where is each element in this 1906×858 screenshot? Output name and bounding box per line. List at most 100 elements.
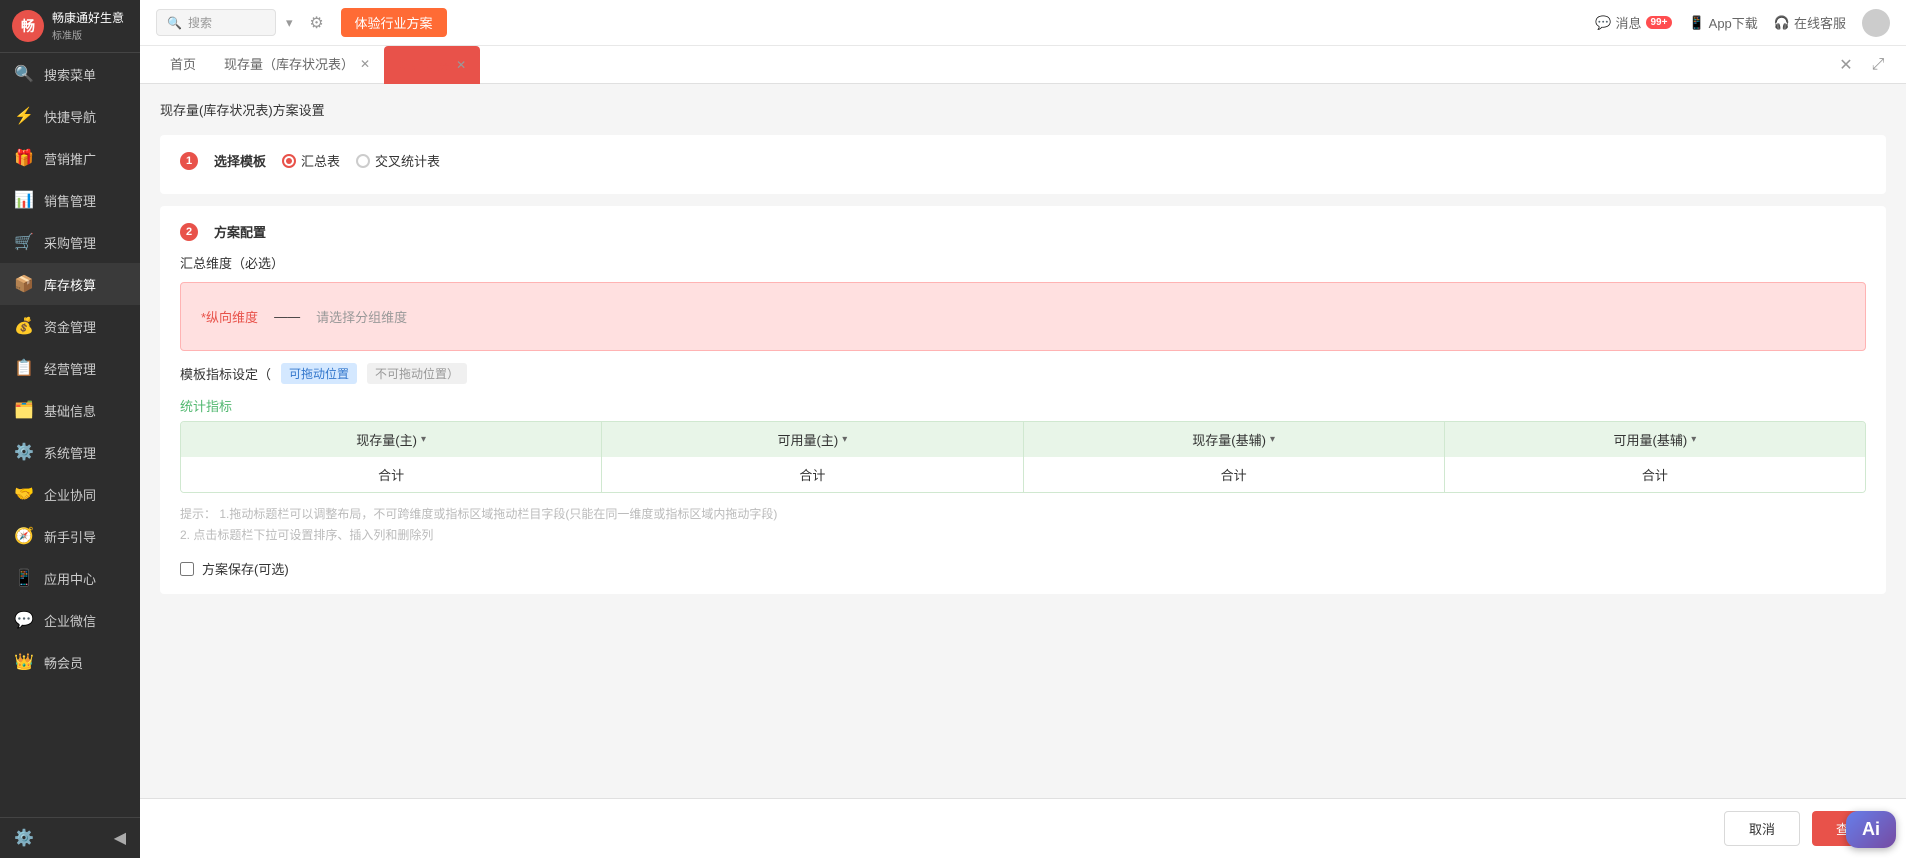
sidebar-item-label: 经营管理 (44, 359, 96, 378)
sidebar-item-label: 营销推广 (44, 149, 96, 168)
sidebar-item-marketing[interactable]: 🎁 营销推广 (0, 137, 140, 179)
dropdown-arrow[interactable]: ▾ (286, 15, 293, 31)
chevron-icon-3[interactable]: ▾ (1691, 434, 1696, 445)
radio-cross-label: 交叉统计表 (375, 151, 440, 170)
app-download-item[interactable]: 📱 App下载 (1688, 13, 1757, 32)
cancel-button[interactable]: 取消 (1724, 811, 1800, 846)
sidebar-item-member[interactable]: 👑 畅会员 (0, 641, 140, 683)
online-service-item[interactable]: 🎧 在线客服 (1774, 13, 1846, 32)
save-checkbox[interactable] (180, 562, 194, 576)
sidebar-item-sales[interactable]: 📊 销售管理 (0, 179, 140, 221)
sidebar-item-label: 畅会员 (44, 653, 83, 672)
app-logo: 畅 畅康通好生意 标准版 (0, 0, 140, 53)
radio-summary[interactable]: 汇总表 (282, 151, 340, 170)
inventory-icon: 📦 (14, 274, 34, 294)
sidebar-item-label: 企业微信 (44, 611, 96, 630)
tab-home[interactable]: 首页 (156, 46, 210, 84)
ai-bubble[interactable]: Ai (1846, 811, 1896, 848)
movable-tag: 可拖动位置 (281, 363, 357, 384)
headset-icon: 🎧 (1774, 15, 1790, 31)
sidebar-item-wechat[interactable]: 💬 企业微信 (0, 599, 140, 641)
fixed-tag: 不可拖动位置） (367, 363, 467, 384)
sales-icon: 📊 (14, 190, 34, 210)
chevron-icon-0[interactable]: ▾ (421, 434, 426, 445)
col-body-label-2: 合计 (1221, 465, 1247, 484)
col-header-2[interactable]: 现存量(基辅) ▾ (1024, 422, 1445, 457)
cooperation-icon: 🤝 (14, 484, 34, 504)
sidebar-item-label: 新手引导 (44, 527, 96, 546)
col-header-1[interactable]: 可用量(主) ▾ (602, 422, 1023, 457)
col-body-2: 合计 (1024, 457, 1445, 492)
sidebar-item-purchase[interactable]: 🛒 采购管理 (0, 221, 140, 263)
close-panel-icon[interactable]: ✕ (1834, 53, 1858, 77)
tabbar-actions: ✕ ⤢ (1834, 53, 1890, 77)
sidebar-footer: ⚙️ ◀ (0, 817, 140, 858)
col-body-label-0: 合计 (378, 465, 404, 484)
bottombar: 取消 查询 (140, 798, 1906, 858)
col-header-0[interactable]: 现存量(主) ▾ (181, 422, 602, 457)
topbar-left: 🔍 搜索 ▾ ⚙ 体验行业方案 (156, 8, 1595, 37)
sidebar-item-operation[interactable]: 📋 经营管理 (0, 347, 140, 389)
tab-inventory-status[interactable]: 现存量（库存状况表） ✕ (210, 46, 384, 84)
app-download-label: App下载 (1709, 13, 1758, 32)
message-item[interactable]: 💬 消息 99+ (1595, 13, 1672, 32)
chevron-icon-2[interactable]: ▾ (1270, 434, 1275, 445)
member-icon: 👑 (14, 652, 34, 672)
message-label: 消息 (1615, 13, 1641, 32)
save-row: 方案保存(可选) (180, 559, 1866, 578)
trial-button[interactable]: 体验行业方案 (341, 8, 447, 37)
sidebar-item-guide[interactable]: 🧭 新手引导 (0, 515, 140, 557)
sidebar-item-app-center[interactable]: 📱 应用中心 (0, 557, 140, 599)
basic-info-icon: 🗂️ (14, 400, 34, 420)
sidebar-item-label: 快捷导航 (44, 107, 96, 126)
sidebar-item-cooperation[interactable]: 🤝 企业协同 (0, 473, 140, 515)
search-box[interactable]: 🔍 搜索 (156, 9, 276, 36)
settings-icon[interactable]: ⚙️ (14, 828, 34, 848)
template-radio-group: 汇总表 交叉统计表 (282, 151, 440, 170)
content-area: 现存量(库存状况表)方案设置 1 选择模板 汇总表 交叉统计表 (140, 84, 1906, 798)
sidebar-item-system[interactable]: ⚙️ 系统管理 (0, 431, 140, 473)
dimension-area[interactable]: *纵向维度 —— 请选择分组维度 (180, 282, 1866, 351)
user-avatar[interactable] (1862, 9, 1890, 37)
sidebar-item-label: 企业协同 (44, 485, 96, 504)
col-header-label-3: 可用量(基辅) (1614, 430, 1688, 449)
step2-badge: 2 (180, 223, 198, 241)
app-center-icon: 📱 (14, 568, 34, 588)
summary-dimension-title: 汇总维度（必选） (180, 253, 1866, 272)
app-name: 畅康通好生意 (52, 10, 124, 27)
guide-icon: 🧭 (14, 526, 34, 546)
stats-table-title: 统计指标 (180, 396, 1866, 415)
sidebar-item-finance[interactable]: 💰 资金管理 (0, 305, 140, 347)
tabbar: 首页 现存量（库存状况表） ✕ 新建方案 ✕ ✕ ⤢ (140, 46, 1906, 84)
operation-icon: 📋 (14, 358, 34, 378)
finance-icon: 💰 (14, 316, 34, 336)
tab-inventory-close-icon[interactable]: ✕ (360, 58, 370, 70)
search-placeholder: 搜索 (188, 14, 212, 31)
sidebar-nav: 🔍 搜索菜单 ⚡ 快捷导航 🎁 营销推广 📊 销售管理 🛒 采购管理 📦 库存核… (0, 53, 140, 817)
sidebar-item-basic-info[interactable]: 🗂️ 基础信息 (0, 389, 140, 431)
tab-inventory-status-label: 现存量（库存状况表） (224, 54, 354, 73)
radio-cross[interactable]: 交叉统计表 (356, 151, 440, 170)
page-title: 现存量(库存状况表)方案设置 (160, 100, 1886, 119)
tab-new-close-icon[interactable]: ✕ (456, 59, 466, 71)
save-label: 方案保存(可选) (202, 559, 289, 578)
sidebar-item-quick-nav[interactable]: ⚡ 快捷导航 (0, 95, 140, 137)
tab-new-scheme[interactable]: 新建方案 ✕ (384, 46, 480, 84)
col-body-label-1: 合计 (799, 465, 825, 484)
tab-home-label: 首页 (170, 54, 196, 73)
col-body-3: 合计 (1445, 457, 1865, 492)
topbar-right: 💬 消息 99+ 📱 App下载 🎧 在线客服 (1595, 9, 1890, 37)
sidebar-item-inventory[interactable]: 📦 库存核算 (0, 263, 140, 305)
topbar: 🔍 搜索 ▾ ⚙ 体验行业方案 💬 消息 99+ 📱 App下载 🎧 在线客服 (140, 0, 1906, 46)
dimension-arrow: —— (274, 309, 300, 324)
message-icon: 💬 (1595, 15, 1611, 31)
marketing-icon: 🎁 (14, 148, 34, 168)
search-icon-small: 🔍 (167, 16, 182, 30)
sidebar-item-search[interactable]: 🔍 搜索菜单 (0, 53, 140, 95)
expand-icon[interactable]: ⤢ (1866, 53, 1890, 77)
collapse-icon[interactable]: ◀ (114, 828, 126, 848)
col-header-3[interactable]: 可用量(基辅) ▾ (1445, 422, 1865, 457)
gear-button[interactable]: ⚙ (303, 9, 331, 37)
dimension-required-label: *纵向维度 (201, 307, 258, 326)
chevron-icon-1[interactable]: ▾ (842, 434, 847, 445)
